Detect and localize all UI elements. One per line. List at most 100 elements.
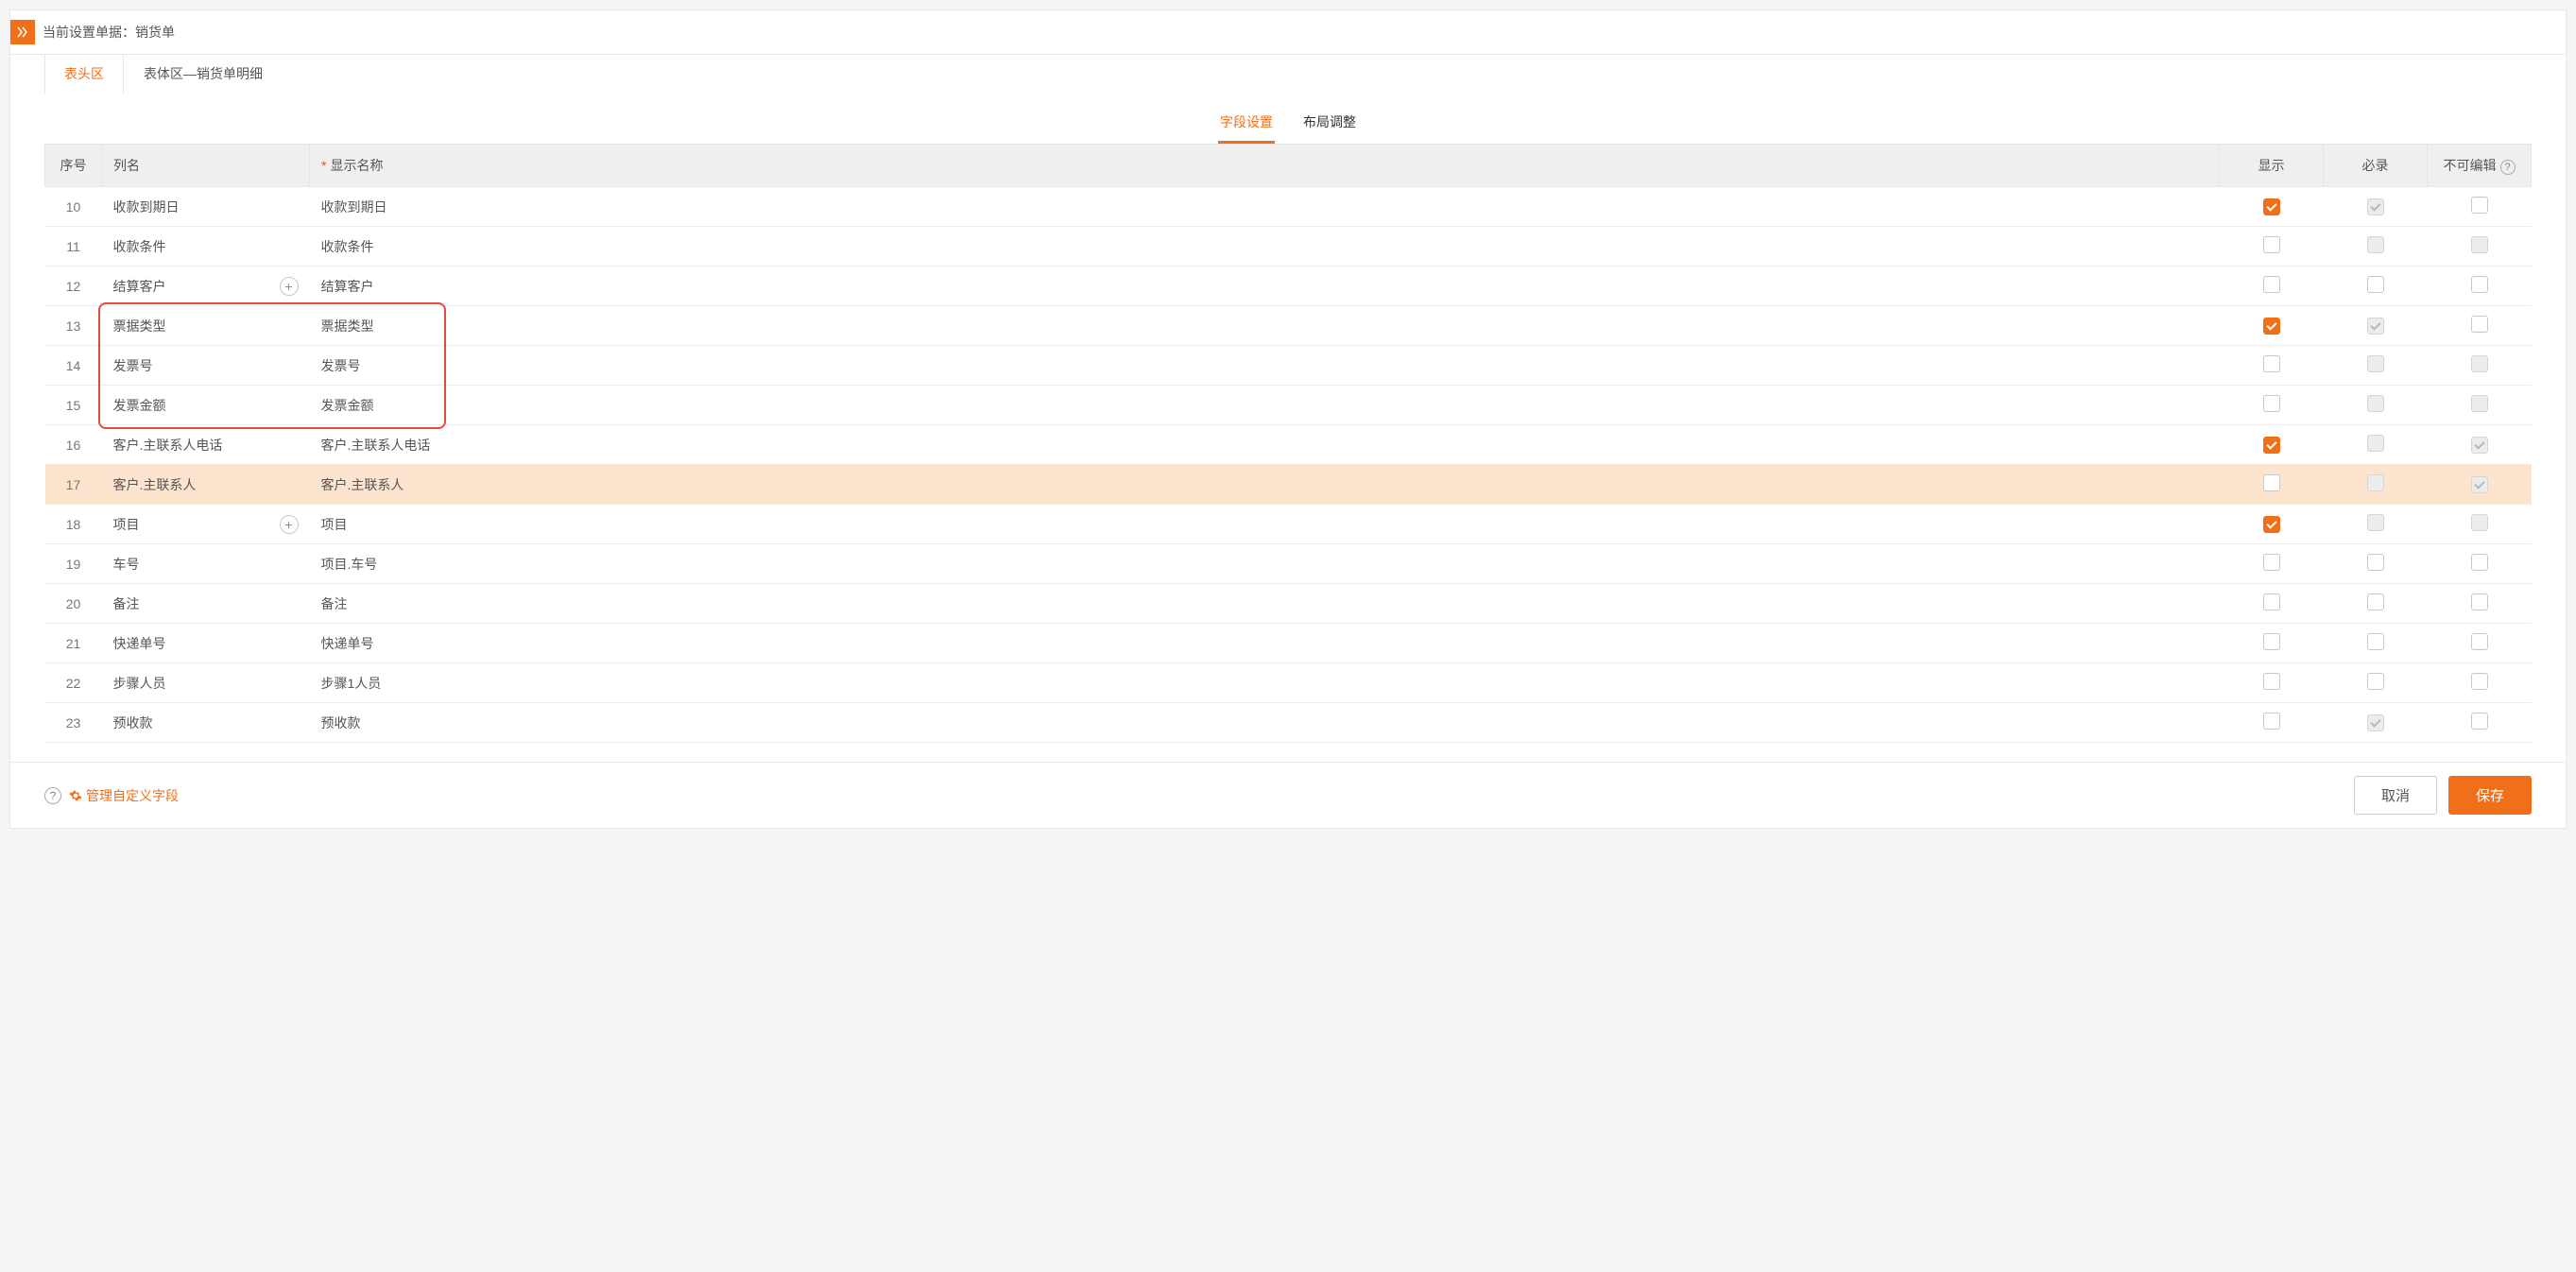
row-seq: 21 [45,624,102,663]
show-cell [2220,505,2324,544]
row-display-name[interactable]: 步骤1人员 [310,663,2220,703]
table-row[interactable]: 11收款条件收款条件 [45,227,2532,266]
row-col-name-cell: 收款条件 [102,227,310,266]
table-row[interactable]: 20备注备注 [45,584,2532,624]
readonly-checkbox [2471,437,2488,454]
row-display-name[interactable]: 收款到期日 [310,187,2220,227]
col-header-displayname-text: 显示名称 [330,158,383,173]
show-checkbox[interactable] [2263,474,2280,491]
add-sub-field-button[interactable]: + [280,277,299,296]
table-row[interactable]: 22 步骤人员 步骤1人员 [45,663,2532,703]
row-col-name-cell: 备注 [102,584,310,624]
row-display-name[interactable]: 票据类型 [310,306,2220,346]
required-checkbox [2367,395,2384,412]
required-checkbox[interactable] [2367,554,2384,571]
readonly-checkbox[interactable] [2471,673,2488,690]
table-row[interactable]: 15发票金额发票金额 [45,386,2532,425]
table-row[interactable]: 18项目+项目 [45,505,2532,544]
readonly-checkbox[interactable] [2471,593,2488,610]
show-checkbox[interactable] [2263,593,2280,610]
readonly-cell [2428,505,2532,544]
readonly-checkbox[interactable] [2471,197,2488,214]
required-cell [2324,266,2428,306]
main-tab-0[interactable]: 表头区 [44,54,124,94]
row-display-name[interactable]: 发票金额 [310,386,2220,425]
readonly-cell [2428,386,2532,425]
show-checkbox[interactable] [2263,516,2280,533]
readonly-checkbox[interactable] [2471,633,2488,650]
row-display-name[interactable]: 项目 [310,505,2220,544]
row-col-name-cell: 客户.主联系人电话 [102,425,310,465]
row-col-name-cell: 发票金额 [102,386,310,425]
readonly-checkbox[interactable] [2471,316,2488,333]
table-row[interactable]: 19车号项目.车号 [45,544,2532,584]
main-tabs: 表头区表体区—销货单明细 [44,54,2566,94]
table-row[interactable]: 17客户.主联系人客户.主联系人 [45,465,2532,505]
readonly-checkbox[interactable] [2471,554,2488,571]
expand-panel-button[interactable] [10,20,35,44]
save-button[interactable]: 保存 [2448,776,2532,815]
row-display-name[interactable]: 预收款 [310,703,2220,743]
required-checkbox[interactable] [2367,673,2384,690]
col-header-readonly-text: 不可编辑 [2444,158,2497,173]
show-checkbox[interactable] [2263,236,2280,253]
show-checkbox[interactable] [2263,437,2280,454]
required-cell [2324,386,2428,425]
table-row[interactable]: 21 快递单号 快递单号 [45,624,2532,663]
row-col-name: 发票金额 [113,396,166,415]
readonly-cell [2428,624,2532,663]
show-checkbox[interactable] [2263,276,2280,293]
row-display-name[interactable]: 发票号 [310,346,2220,386]
show-checkbox[interactable] [2263,673,2280,690]
required-checkbox[interactable] [2367,276,2384,293]
row-col-name: 结算客户 [113,277,166,296]
sub-tab-0[interactable]: 字段设置 [1218,107,1275,144]
show-cell [2220,624,2324,663]
row-display-name[interactable]: 结算客户 [310,266,2220,306]
show-checkbox[interactable] [2263,554,2280,571]
row-display-name[interactable]: 快递单号 [310,624,2220,663]
required-checkbox[interactable] [2367,593,2384,610]
row-display-name[interactable]: 客户.主联系人 [310,465,2220,505]
show-checkbox[interactable] [2263,355,2280,372]
required-cell [2324,306,2428,346]
show-checkbox[interactable] [2263,633,2280,650]
add-sub-field-button[interactable]: + [280,515,299,534]
sub-tab-1[interactable]: 布局调整 [1301,107,1358,144]
row-display-name[interactable]: 客户.主联系人电话 [310,425,2220,465]
readonly-checkbox[interactable] [2471,276,2488,293]
required-cell [2324,465,2428,505]
row-display-name[interactable]: 备注 [310,584,2220,624]
table-row[interactable]: 14发票号发票号 [45,346,2532,386]
table-row[interactable]: 13票据类型票据类型 [45,306,2532,346]
row-seq: 22 [45,663,102,703]
required-checkbox[interactable] [2367,633,2384,650]
readonly-checkbox[interactable] [2471,713,2488,730]
col-header-show: 显示 [2220,145,2324,187]
required-checkbox [2367,236,2384,253]
show-checkbox[interactable] [2263,198,2280,215]
table-row[interactable]: 23预收款预收款 [45,703,2532,743]
row-display-name[interactable]: 项目.车号 [310,544,2220,584]
manage-custom-fields-link[interactable]: 管理自定义字段 [69,786,179,805]
fields-table: 序号 列名 *显示名称 显示 必录 不可编辑? 10收款到期日收款到期日11收款… [44,144,2532,743]
row-col-name: 快递单号 [113,634,166,653]
table-row[interactable]: 12结算客户+结算客户 [45,266,2532,306]
show-cell [2220,266,2324,306]
help-icon[interactable]: ? [2500,160,2516,175]
cancel-button[interactable]: 取消 [2354,776,2437,815]
show-cell [2220,227,2324,266]
row-col-name: 步骤人员 [113,674,166,693]
question-icon[interactable]: ? [44,787,61,804]
show-checkbox[interactable] [2263,318,2280,335]
required-cell [2324,584,2428,624]
show-checkbox[interactable] [2263,395,2280,412]
show-checkbox[interactable] [2263,713,2280,730]
table-row[interactable]: 10收款到期日收款到期日 [45,187,2532,227]
main-tab-1[interactable]: 表体区—销货单明细 [124,54,283,94]
required-checkbox [2367,714,2384,731]
row-seq: 18 [45,505,102,544]
table-row[interactable]: 16客户.主联系人电话客户.主联系人电话 [45,425,2532,465]
row-col-name-cell: 结算客户 + [102,266,310,306]
row-display-name[interactable]: 收款条件 [310,227,2220,266]
